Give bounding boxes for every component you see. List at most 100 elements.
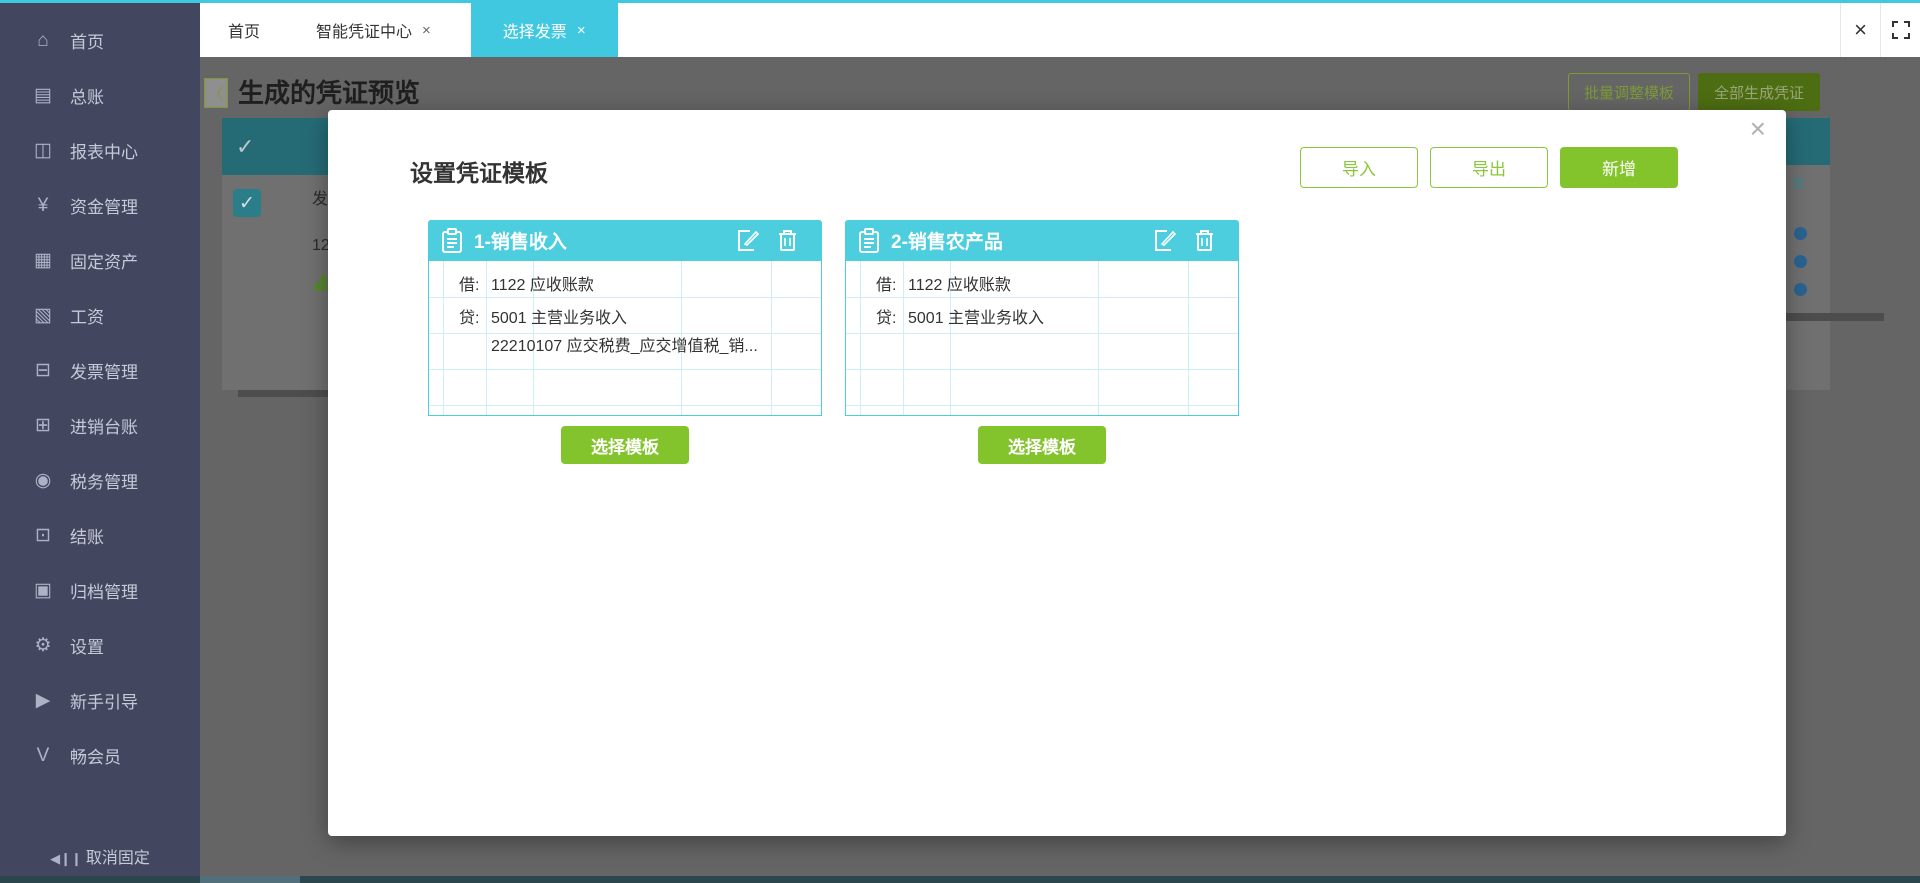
grid-line [771,261,772,415]
fullscreen-icon [1891,21,1910,39]
template-card-title: 2-销售农产品 [891,232,1003,253]
sidebar-item-settings[interactable]: ⚙ 设置 [0,618,200,673]
template-card-header: 1-销售收入 [428,220,822,261]
sidebar-item-label: 报表中心 [70,143,138,162]
tab-select-invoice[interactable]: 选择发票 × [470,3,618,57]
window-controls: × [1840,3,1920,57]
edit-template-icon[interactable] [737,229,760,252]
grid-line [903,261,904,415]
salary-icon: ▧ [34,305,52,326]
sidebar-item-closing[interactable]: ⊡ 结账 [0,508,200,563]
button-label: 批量调整模板 [1583,84,1674,102]
sidebar-item-funds[interactable]: ¥ 资金管理 [0,178,200,233]
grid-line [846,405,1238,406]
tab-home[interactable]: 首页 [200,3,288,57]
template-card-body: 借: 1122 应收账款 贷: 5001 主营业务收入 [845,261,1239,416]
dialog-close-icon[interactable]: × [1750,112,1766,146]
template-card-title: 1-销售收入 [474,232,567,253]
template-card-header: 2-销售农产品 [845,220,1239,261]
row-invoice-text: 发票 [312,191,328,208]
close-icon: × [1854,17,1867,42]
row-checkbox-checked[interactable]: ✓ [233,189,261,217]
collapse-panel-button[interactable]: 〈 [204,78,228,108]
funds-icon: ¥ [37,194,49,216]
choose-template-button-1[interactable]: 选择模板 [561,426,689,464]
sidebar-item-report-center[interactable]: ◫ 报表中心 [0,123,200,178]
grid-line [846,297,1238,298]
sidebar-item-label: 进销台账 [70,418,138,437]
row-action-dot-icon [1794,255,1807,268]
clipboard-icon [442,227,462,253]
sidebar-item-label: 资金管理 [70,198,138,217]
grid-line [860,261,861,415]
purchase-sales-icon: ⊞ [35,415,51,436]
button-label: 导入 [1342,160,1376,179]
choose-template-button-2[interactable]: 选择模板 [978,426,1106,464]
tax-icon: ◉ [34,470,52,491]
sidebar-item-member[interactable]: V 畅会员 [0,728,200,783]
tab-label: 选择发票 [502,24,567,41]
sidebar-item-label: 结账 [70,528,104,547]
report-center-icon: ◫ [34,140,52,161]
add-template-button[interactable]: 新增 [1560,147,1678,188]
invoice-icon: ⊟ [35,360,51,381]
template-card-1: 1-销售收入 借: 1122 应收账款 贷: 5001 主营业务收入 22210… [428,220,822,416]
sidebar-item-invoice-management[interactable]: ⊟ 发票管理 [0,343,200,398]
import-button[interactable]: 导入 [1300,147,1418,188]
tab-close-icon[interactable]: × [422,22,431,39]
closing-icon: ⊡ [35,525,51,546]
unpin-sidebar-button[interactable]: ◀❙❙ 取消固定 [0,844,200,868]
entry-account: 5001 主营业务收入 [491,310,628,327]
archive-icon: ▣ [34,580,52,601]
tab-label: 智能凭证中心 [316,24,413,41]
template-card-2: 2-销售农产品 借: 1122 应收账款 贷: 5001 主营业务收入 [845,220,1239,416]
sidebar-item-label: 畅会员 [70,748,121,767]
grid-line [1098,261,1099,415]
generate-all-vouchers-button[interactable]: 全部生成凭证 [1698,73,1820,111]
sidebar-item-general-ledger[interactable]: ▤ 总账 [0,68,200,123]
sidebar-item-beginner-guide[interactable]: ▶ 新手引导 [0,673,200,728]
batch-adjust-template-button[interactable]: 批量调整模板 [1568,73,1690,111]
grid-line [846,333,1238,334]
collapse-pin-icon: ◀❙❙ [50,851,82,866]
sidebar-item-label: 发票管理 [70,363,138,382]
select-all-checkbox[interactable]: ✓ [236,134,254,160]
button-label: 导出 [1472,160,1506,179]
horizontal-scrollbar-thumb[interactable] [200,876,300,883]
tab-close-icon[interactable]: × [577,22,586,39]
delete-template-icon[interactable] [777,229,798,252]
grid-line [443,261,444,415]
page-title: 生成的凭证预览 [238,78,421,108]
sidebar-item-purchase-sales[interactable]: ⊞ 进销台账 [0,398,200,453]
sidebar-item-label: 首页 [70,33,104,52]
button-label: 新增 [1602,160,1636,179]
grid-line [1188,261,1189,415]
sidebar-item-home[interactable]: ⌂ 首页 [0,13,200,68]
delete-template-icon[interactable] [1194,229,1215,252]
sidebar-item-label: 新手引导 [70,693,138,712]
sidebar-item-label: 总账 [70,88,104,107]
tab-smart-voucher-center[interactable]: 智能凭证中心 × [288,3,459,57]
sidebar-item-tax-management[interactable]: ◉ 税务管理 [0,453,200,508]
sidebar-item-fixed-assets[interactable]: ▦ 固定资产 [0,233,200,288]
sidebar-item-label: 归档管理 [70,583,138,602]
window-fullscreen-button[interactable] [1880,3,1920,57]
button-label: 全部生成凭证 [1713,84,1804,102]
voucher-template-dialog: × 设置凭证模板 导入 导出 新增 1-销售收入 借: 1122 应收账款 贷:… [328,110,1786,836]
horizontal-scrollbar[interactable] [0,876,1920,883]
sidebar-item-salary[interactable]: ▧ 工资 [0,288,200,343]
chevron-left-icon: 〈 [208,85,224,103]
export-button[interactable]: 导出 [1430,147,1548,188]
app-window: ⌂ 首页 ▤ 总账 ◫ 报表中心 ¥ 资金管理 ▦ 固定资产 ▧ 工资 ⊟ 发票管理 ⊞ 进销台… [0,0,1920,883]
general-ledger-icon: ▤ [34,85,52,106]
window-close-button[interactable]: × [1840,3,1880,57]
row-action-dot-icon [1794,283,1807,296]
grid-line [846,369,1238,370]
clipboard-icon [859,227,879,253]
tab-bar: 首页 智能凭证中心 × 选择发票 × [200,3,1920,57]
tab-label: 首页 [228,24,261,41]
edit-template-icon[interactable] [1154,229,1177,252]
sidebar-item-label: 设置 [70,638,104,657]
sidebar-item-archive[interactable]: ▣ 归档管理 [0,563,200,618]
grid-line [429,297,821,298]
